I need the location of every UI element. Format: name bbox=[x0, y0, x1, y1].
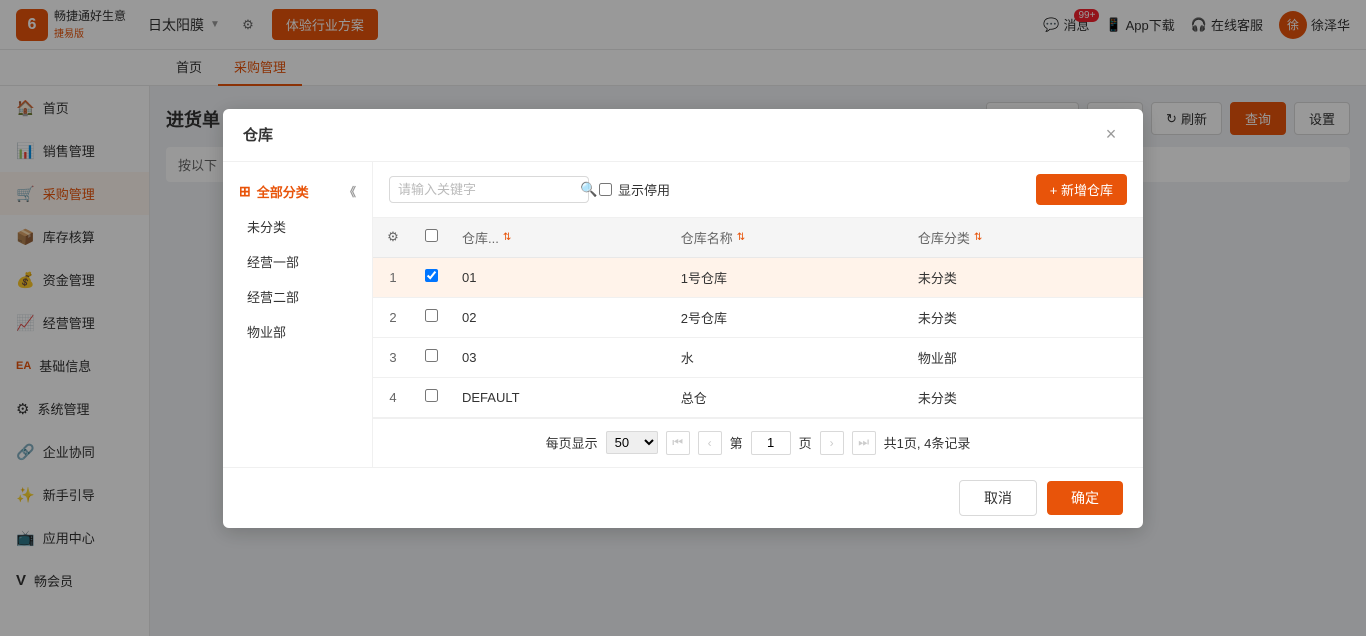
row-code: 01 bbox=[450, 257, 669, 297]
row-code: 02 bbox=[450, 297, 669, 337]
table-row[interactable]: 1 01 1号仓库 未分类 bbox=[373, 257, 1143, 297]
modal-footer: 取消 确定 bbox=[223, 467, 1143, 528]
show-disabled-label: 显示停用 bbox=[618, 180, 670, 199]
prev-page-button[interactable]: ‹ bbox=[698, 431, 722, 455]
table-row[interactable]: 2 02 2号仓库 未分类 bbox=[373, 297, 1143, 337]
page-label: 第 bbox=[730, 433, 743, 452]
row-name: 总仓 bbox=[669, 377, 906, 417]
table-header-row: ⚙ 仓库... ⇅ bbox=[373, 218, 1143, 258]
cancel-button[interactable]: 取消 bbox=[959, 480, 1037, 516]
th-name-label: 仓库名称 bbox=[681, 228, 733, 247]
row-num: 1 bbox=[373, 257, 413, 297]
row-checkbox-cell bbox=[413, 337, 450, 377]
search-input[interactable] bbox=[398, 182, 574, 197]
row-checkbox[interactable] bbox=[425, 309, 438, 322]
row-checkbox[interactable] bbox=[425, 389, 438, 402]
th-category: 仓库分类 ⇅ bbox=[906, 218, 1143, 258]
show-disabled-input[interactable] bbox=[599, 183, 612, 196]
row-checkbox[interactable] bbox=[425, 269, 438, 282]
all-categories-item[interactable]: ⊞ 全部分类 《 bbox=[223, 174, 372, 209]
collapse-icon[interactable]: 《 bbox=[344, 183, 356, 200]
grid-icon: ⊞ bbox=[239, 183, 251, 200]
modal-toolbar: 🔍 显示停用 + 新增仓库 bbox=[373, 162, 1143, 218]
page-unit: 页 bbox=[799, 433, 812, 452]
modal-right-content: 🔍 显示停用 + 新增仓库 ⚙ bbox=[373, 162, 1143, 467]
th-code: 仓库... ⇅ bbox=[450, 218, 669, 258]
row-code: DEFAULT bbox=[450, 377, 669, 417]
row-category: 未分类 bbox=[906, 257, 1143, 297]
first-page-button[interactable]: ⏮ bbox=[666, 431, 690, 455]
th-code-label: 仓库... bbox=[462, 228, 499, 247]
row-num: 3 bbox=[373, 337, 413, 377]
row-code: 03 bbox=[450, 337, 669, 377]
modal-overlay[interactable]: 仓库 × ⊞ 全部分类 《 未分类 经营一部 经营二部 物业部 bbox=[0, 0, 1366, 636]
row-name: 1号仓库 bbox=[669, 257, 906, 297]
show-disabled-checkbox[interactable]: 显示停用 bbox=[599, 180, 670, 199]
category-panel: ⊞ 全部分类 《 未分类 经营一部 经营二部 物业部 bbox=[223, 162, 373, 467]
row-name: 2号仓库 bbox=[669, 297, 906, 337]
table-row[interactable]: 4 DEFAULT 总仓 未分类 bbox=[373, 377, 1143, 417]
row-category: 未分类 bbox=[906, 377, 1143, 417]
category-item-unclassified[interactable]: 未分类 bbox=[223, 209, 372, 244]
row-checkbox[interactable] bbox=[425, 349, 438, 362]
sort-category-icon[interactable]: ⇅ bbox=[974, 232, 982, 243]
table-row[interactable]: 3 03 水 物业部 bbox=[373, 337, 1143, 377]
modal-warehouse: 仓库 × ⊞ 全部分类 《 未分类 经营一部 经营二部 物业部 bbox=[223, 109, 1143, 528]
row-name: 水 bbox=[669, 337, 906, 377]
page-input[interactable] bbox=[751, 431, 791, 455]
modal-close-button[interactable]: × bbox=[1099, 123, 1123, 147]
sort-code-icon[interactable]: ⇅ bbox=[503, 232, 511, 243]
ok-button[interactable]: 确定 bbox=[1047, 481, 1123, 515]
row-category: 未分类 bbox=[906, 297, 1143, 337]
th-category-label: 仓库分类 bbox=[918, 228, 970, 247]
pagination: 每页显示 10 20 50 100 ⏮ ‹ 第 页 › ⏭ 共1页, 4条记录 bbox=[373, 418, 1143, 467]
row-num: 2 bbox=[373, 297, 413, 337]
modal-header: 仓库 × bbox=[223, 109, 1143, 162]
sort-name-icon[interactable]: ⇅ bbox=[737, 232, 745, 243]
per-page-select[interactable]: 10 20 50 100 bbox=[606, 431, 658, 454]
total-label: 共1页, 4条记录 bbox=[884, 433, 971, 452]
th-checkbox bbox=[413, 218, 450, 258]
row-category: 物业部 bbox=[906, 337, 1143, 377]
last-page-button[interactable]: ⏭ bbox=[852, 431, 876, 455]
modal-body: ⊞ 全部分类 《 未分类 经营一部 经营二部 物业部 🔍 bbox=[223, 162, 1143, 467]
row-num: 4 bbox=[373, 377, 413, 417]
select-all-checkbox[interactable] bbox=[425, 229, 438, 242]
row-checkbox-cell bbox=[413, 257, 450, 297]
row-checkbox-cell bbox=[413, 297, 450, 337]
search-icon[interactable]: 🔍 bbox=[580, 181, 597, 198]
warehouse-table: ⚙ 仓库... ⇅ bbox=[373, 218, 1143, 418]
search-box: 🔍 bbox=[389, 176, 589, 203]
th-settings: ⚙ bbox=[373, 218, 413, 258]
modal-title: 仓库 bbox=[243, 124, 273, 145]
next-page-button[interactable]: › bbox=[820, 431, 844, 455]
th-name: 仓库名称 ⇅ bbox=[669, 218, 906, 258]
category-item-dept2[interactable]: 经营二部 bbox=[223, 279, 372, 314]
category-item-property[interactable]: 物业部 bbox=[223, 314, 372, 349]
add-warehouse-button[interactable]: + 新增仓库 bbox=[1036, 174, 1127, 205]
category-item-dept1[interactable]: 经营一部 bbox=[223, 244, 372, 279]
row-checkbox-cell bbox=[413, 377, 450, 417]
per-page-label: 每页显示 bbox=[546, 433, 598, 452]
all-categories-label: 全部分类 bbox=[257, 182, 309, 201]
